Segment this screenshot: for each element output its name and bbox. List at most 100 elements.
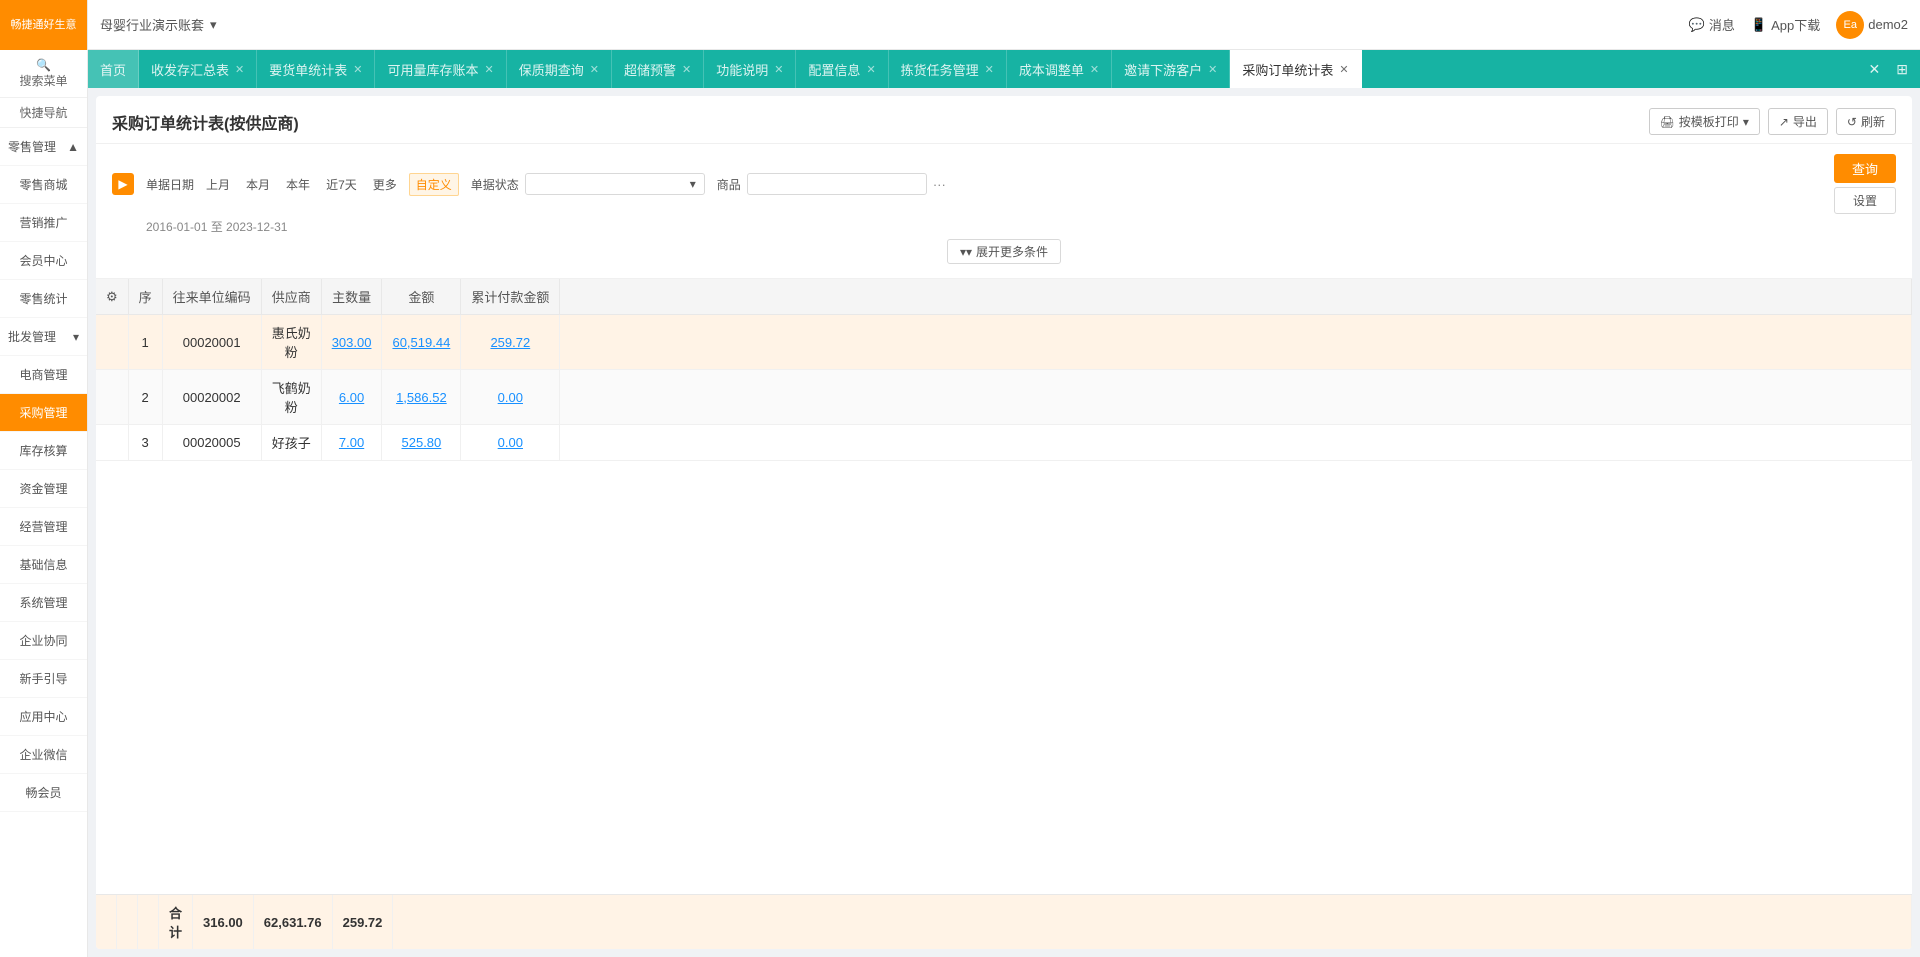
footer-cell-extra (393, 895, 1912, 949)
th-no: 序 (128, 279, 162, 315)
sidebar-item-retail-mall[interactable]: 零售商城 (0, 166, 87, 204)
tab-purchase-summary-label: 采购订单统计表 (1242, 60, 1333, 79)
avatar-text: Ea (1844, 19, 1857, 31)
tab-function-desc[interactable]: 功能说明 ✕ (704, 50, 796, 88)
th-settings[interactable]: ⚙ (96, 279, 128, 315)
tab-invite-downstream[interactable]: 邀请下游客户 ✕ (1112, 50, 1230, 88)
setting-btn[interactable]: 设置 (1834, 187, 1896, 214)
sidebar-item-inventory[interactable]: 库存核算 (0, 432, 87, 470)
tab-receive-summary-close[interactable]: ✕ (235, 63, 244, 76)
status-select-arrow: ▾ (690, 177, 696, 191)
sidebar-quick-nav[interactable]: 快捷导航 (0, 98, 87, 128)
top-actions: 💬 消息 📱 App下载 Ea demo2 (1689, 11, 1908, 39)
tab-overstock-warning-close[interactable]: ✕ (682, 63, 691, 76)
tab-home-label: 首页 (100, 60, 126, 79)
workspace-selector[interactable]: 母婴行业演示账套 ▾ (100, 15, 217, 34)
tab-quality-check-close[interactable]: ✕ (590, 63, 599, 76)
expand-row: ▾▾ 展开更多条件 (112, 235, 1896, 268)
cell-qty[interactable]: 6.00 (321, 370, 382, 425)
tab-cost-adjust[interactable]: 成本调整单 ✕ (1007, 50, 1112, 88)
date-this-year-btn[interactable]: 本年 (280, 174, 316, 195)
expand-more-btn[interactable]: ▾▾ 展开更多条件 (947, 239, 1061, 264)
tab-close-all-btn[interactable]: ✕ (1865, 59, 1885, 80)
goods-more-icon[interactable]: ··· (933, 177, 946, 192)
cell-amount[interactable]: 1,586.52 (382, 370, 461, 425)
sidebar-item-app-center[interactable]: 应用中心 (0, 698, 87, 736)
action-btns: 查询 设置 (1834, 154, 1896, 214)
sidebar-item-marketing[interactable]: 营销推广 (0, 204, 87, 242)
cell-extra (560, 315, 1912, 370)
sidebar-item-enterprise[interactable]: 企业协同 (0, 622, 87, 660)
tab-home[interactable]: 首页 (88, 50, 139, 88)
tab-purchase-summary[interactable]: 采购订单统计表 ✕ (1230, 50, 1361, 88)
cell-qty[interactable]: 303.00 (321, 315, 382, 370)
cell-paid[interactable]: 0.00 (461, 425, 560, 461)
cell-qty[interactable]: 7.00 (321, 425, 382, 461)
cell-amount[interactable]: 525.80 (382, 425, 461, 461)
sidebar-item-member[interactable]: 会员中心 (0, 242, 87, 280)
sidebar-search[interactable]: 🔍 搜索菜单 (0, 50, 87, 98)
tab-invite-downstream-close[interactable]: ✕ (1208, 63, 1217, 76)
sidebar-item-finance[interactable]: 资金管理 (0, 470, 87, 508)
date-more-btn[interactable]: 更多 (367, 174, 403, 195)
cell-amount[interactable]: 60,519.44 (382, 315, 461, 370)
status-select[interactable]: ▾ (525, 173, 705, 195)
goods-input[interactable] (747, 173, 927, 195)
cell-extra (560, 370, 1912, 425)
date-7days-btn[interactable]: 近7天 (320, 174, 363, 195)
sidebar-item-enterprise-wechat[interactable]: 企业微信 (0, 736, 87, 774)
sidebar-item-operations[interactable]: 经营管理 (0, 508, 87, 546)
filter-row-1: ▶ 单据日期 上月 本月 本年 近7天 更多 自定义 单据状态 (112, 154, 1896, 214)
tab-order-summary-close[interactable]: ✕ (353, 63, 362, 76)
date-this-month-btn[interactable]: 本月 (240, 174, 276, 195)
sidebar-item-member2[interactable]: 畅会员 (0, 774, 87, 812)
tab-config-info-close[interactable]: ✕ (866, 63, 875, 76)
sidebar-item-retail-label: 零售管理 (8, 138, 56, 155)
cell-code: 00020002 (162, 370, 261, 425)
tab-quality-check-label: 保质期查询 (519, 60, 584, 79)
sidebar-item-new-guide[interactable]: 新手引导 (0, 660, 87, 698)
sidebar-item-new-guide-label: 新手引导 (19, 670, 67, 687)
tab-config-info[interactable]: 配置信息 ✕ (796, 50, 888, 88)
tab-overstock-warning[interactable]: 超储预警 ✕ (612, 50, 704, 88)
tab-order-summary-label: 要货单统计表 (269, 60, 347, 79)
app-download-btn[interactable]: 📱 App下载 (1751, 15, 1820, 34)
column-settings-icon[interactable]: ⚙ (106, 289, 118, 304)
tab-pick-task-close[interactable]: ✕ (985, 63, 994, 76)
cell-paid[interactable]: 0.00 (461, 370, 560, 425)
tab-purchase-summary-close[interactable]: ✕ (1339, 63, 1348, 76)
message-btn[interactable]: 💬 消息 (1689, 15, 1735, 34)
user-profile[interactable]: Ea demo2 (1836, 11, 1908, 39)
sidebar-item-ecommerce[interactable]: 电商管理 (0, 356, 87, 394)
sidebar-item-basic-info[interactable]: 基础信息 (0, 546, 87, 584)
tab-order-summary[interactable]: 要货单统计表 ✕ (257, 50, 375, 88)
refresh-btn[interactable]: ↺ 刷新 (1836, 108, 1896, 135)
tab-receive-summary[interactable]: 收发存汇总表 ✕ (139, 50, 257, 88)
tab-stock-book[interactable]: 可用量库存账本 ✕ (375, 50, 506, 88)
tab-pick-task[interactable]: 拣货任务管理 ✕ (889, 50, 1007, 88)
print-btn[interactable]: 🖨 按模板打印 ▾ (1649, 108, 1760, 135)
expand-icon: ▾▾ (960, 245, 972, 259)
tab-config-info-label: 配置信息 (808, 60, 860, 79)
filter-toggle-btn[interactable]: ▶ (112, 173, 134, 195)
sidebar-item-retail-stats[interactable]: 零售统计 (0, 280, 87, 318)
tab-function-desc-close[interactable]: ✕ (774, 63, 783, 76)
export-icon: ↗ (1779, 115, 1789, 129)
cell-paid[interactable]: 259.72 (461, 315, 560, 370)
export-btn[interactable]: ↗ 导出 (1768, 108, 1828, 135)
tab-more-btn[interactable]: ⊞ (1892, 59, 1912, 80)
date-custom-tag[interactable]: 自定义 (409, 173, 459, 196)
cell-settings (96, 370, 128, 425)
sidebar-item-purchase[interactable]: 采购管理 (0, 394, 87, 432)
th-paid: 累计付款金额 (461, 279, 560, 315)
sidebar-item-wholesale[interactable]: 批发管理 ▾ (0, 318, 87, 356)
table-row: 3 00020005 好孩子 7.00 525.80 0.00 (96, 425, 1912, 461)
tab-cost-adjust-close[interactable]: ✕ (1090, 63, 1099, 76)
sidebar-item-retail[interactable]: 零售管理 ▲ (0, 128, 87, 166)
cell-supplier: 飞鹤奶粉 (261, 370, 321, 425)
tab-stock-book-close[interactable]: ✕ (485, 63, 494, 76)
date-last-month-btn[interactable]: 上月 (200, 174, 236, 195)
query-btn[interactable]: 查询 (1834, 154, 1896, 183)
tab-quality-check[interactable]: 保质期查询 ✕ (507, 50, 612, 88)
sidebar-item-system[interactable]: 系统管理 (0, 584, 87, 622)
